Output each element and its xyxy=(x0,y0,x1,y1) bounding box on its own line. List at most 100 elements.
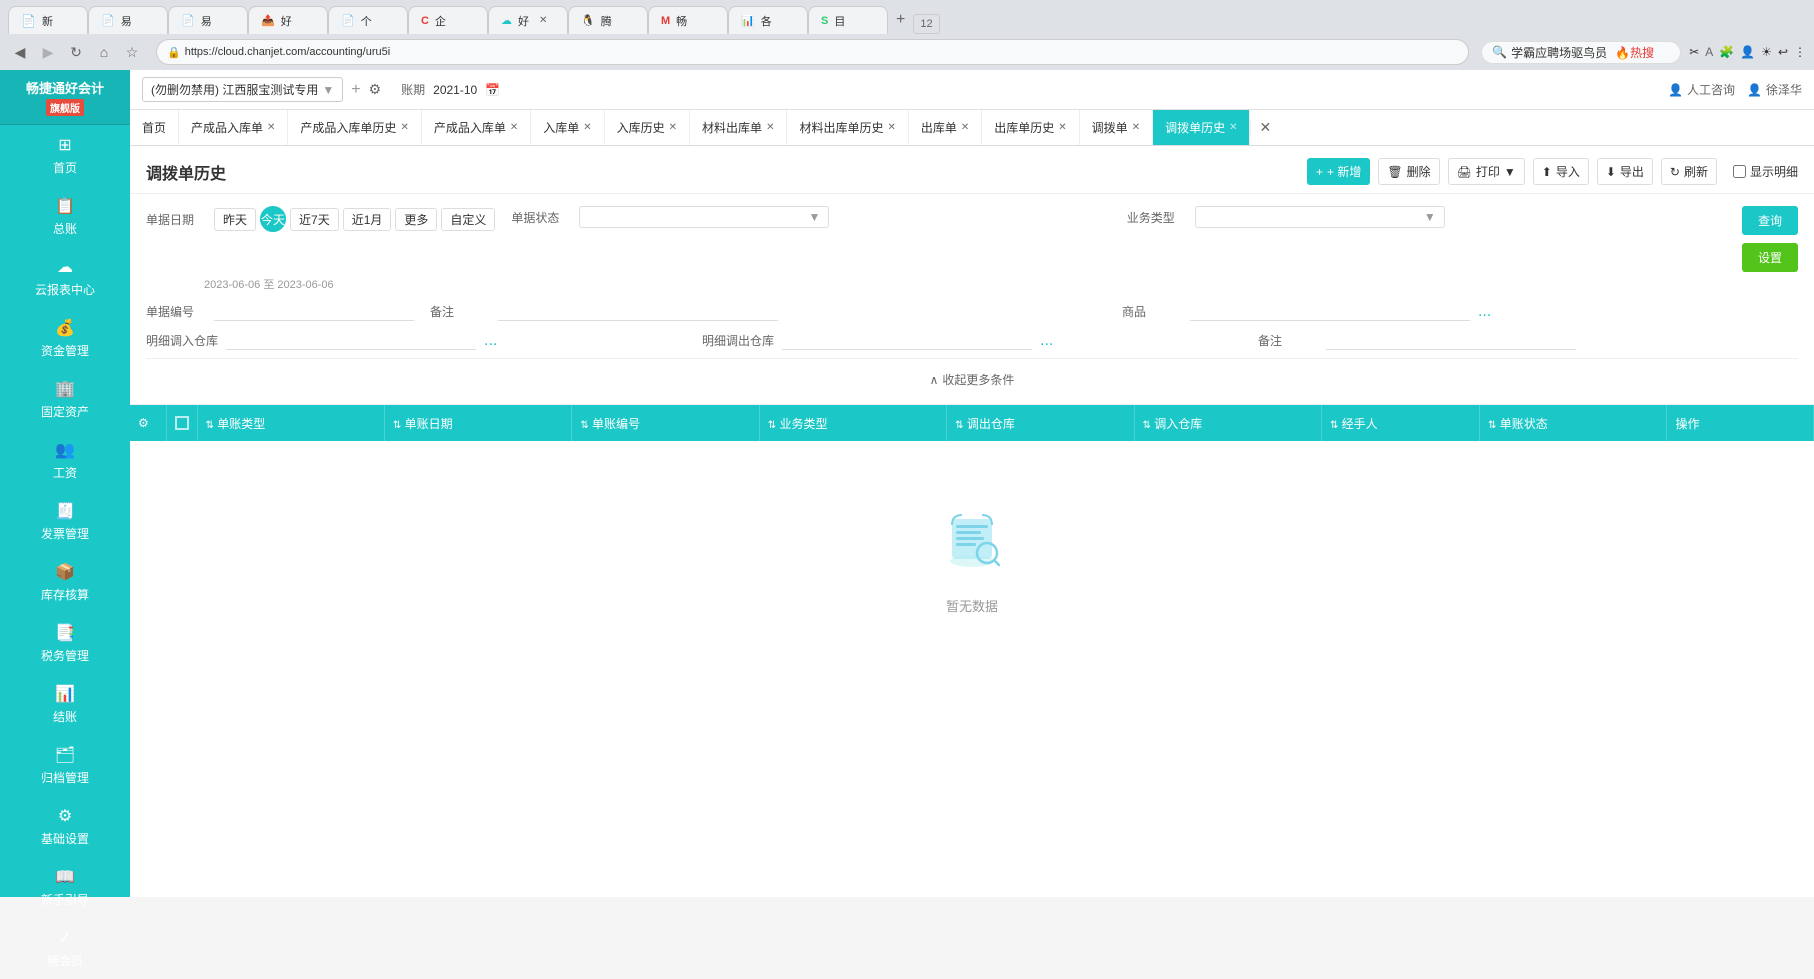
browser-tab-6[interactable]: C 企 xyxy=(408,6,488,34)
tab-product-in2-close[interactable]: ✕ xyxy=(510,122,518,133)
tab-material-out[interactable]: 材料出库单 ✕ xyxy=(690,110,787,146)
tab-close-all[interactable]: ✕ xyxy=(1250,119,1279,136)
browser-tab-11[interactable]: S 目 xyxy=(808,6,888,34)
gear-settings-icon[interactable]: ⚙ xyxy=(369,81,382,98)
goods-dots[interactable]: ... xyxy=(1478,303,1491,321)
tab-home[interactable]: 首页 xyxy=(130,110,179,146)
th-out-warehouse[interactable]: ⇅ 调出仓库 xyxy=(947,405,1134,441)
sidebar-item-assets[interactable]: 🏢 固定资产 xyxy=(0,369,130,430)
new-button[interactable]: + + 新增 xyxy=(1307,158,1370,185)
display-toggle[interactable]: 显示明细 xyxy=(1733,163,1798,180)
tab-out-close[interactable]: ✕ xyxy=(961,122,969,133)
tab-material-out-history-close[interactable]: ✕ xyxy=(887,122,895,133)
th-status[interactable]: ⇅ 单账状态 xyxy=(1480,405,1667,441)
goods-input[interactable] xyxy=(1190,302,1470,321)
detail-in-dots[interactable]: ... xyxy=(484,332,497,350)
browser-tab-2[interactable]: 📄 易 xyxy=(88,6,168,34)
sidebar-item-archive[interactable]: 🗂 归档管理 xyxy=(0,735,130,796)
add-company-btn[interactable]: + xyxy=(351,81,360,99)
sidebar-item-finance[interactable]: 💰 资金管理 xyxy=(0,308,130,369)
refresh-button[interactable]: ↻ 刷新 xyxy=(1661,158,1717,185)
header-checkbox[interactable] xyxy=(175,416,189,430)
browser-tab-10[interactable]: 📊 各 xyxy=(728,6,808,34)
collapse-filters-btn[interactable]: ∧ 收起更多条件 xyxy=(918,367,1027,392)
browser-tab-8[interactable]: 🐧 腾 xyxy=(568,6,648,34)
th-doc-type[interactable]: ⇅ 单账类型 xyxy=(197,405,384,441)
tab-product-in2[interactable]: 产成品入库单 ✕ xyxy=(422,110,531,146)
browser-tab-5[interactable]: 📄 个 xyxy=(328,6,408,34)
sidebar-item-settings[interactable]: ⚙ 基础设置 xyxy=(0,796,130,857)
detail-in-input[interactable] xyxy=(226,331,476,350)
tab-transfer-close[interactable]: ✕ xyxy=(1132,122,1140,133)
th-handler[interactable]: ⇅ 经手人 xyxy=(1321,405,1479,441)
tab-product-in-history-close[interactable]: ✕ xyxy=(400,122,408,133)
sidebar-item-settlement[interactable]: 📊 结账 xyxy=(0,674,130,735)
tab-transfer[interactable]: 调拨单 ✕ xyxy=(1080,110,1153,146)
home-button[interactable]: ⌂ xyxy=(92,40,116,64)
more-btn[interactable]: 更多 xyxy=(395,208,437,231)
tab-material-out-close[interactable]: ✕ xyxy=(766,122,774,133)
tab-stock-in-close[interactable]: ✕ xyxy=(583,122,591,133)
last-month-btn[interactable]: 近1月 xyxy=(343,208,392,231)
forward-button[interactable]: ▶ xyxy=(36,40,60,64)
address-bar[interactable]: 🔒 https://cloud.chanjet.com/accounting/u… xyxy=(156,39,1469,65)
translate-icon[interactable]: A xyxy=(1705,45,1713,59)
th-doc-no[interactable]: ⇅ 单账编号 xyxy=(572,405,759,441)
browser-tab-4[interactable]: 📤 好 xyxy=(248,6,328,34)
sidebar-item-wages[interactable]: 👥 工资 xyxy=(0,430,130,491)
detail-out-input[interactable] xyxy=(782,331,1032,350)
export-button[interactable]: ⬇ 导出 xyxy=(1597,158,1653,185)
th-in-warehouse[interactable]: ⇅ 调入仓库 xyxy=(1134,405,1321,441)
remarks-input[interactable] xyxy=(498,302,778,321)
sidebar-item-reports[interactable]: ☁ 云报表中心 xyxy=(0,247,130,308)
browser-tab-7[interactable]: ☁ 好 ✕ xyxy=(488,6,568,34)
search-bar[interactable]: 🔍 学霸应聘场驱鸟员 🔥热搜 xyxy=(1481,41,1681,64)
custom-btn[interactable]: 自定义 xyxy=(441,208,495,231)
tab-product-in-history[interactable]: 产成品入库单历史 ✕ xyxy=(288,110,421,146)
tab-out-history-close[interactable]: ✕ xyxy=(1058,122,1066,133)
theme-icon[interactable]: ☀ xyxy=(1761,45,1772,59)
tab-transfer-history-close[interactable]: ✕ xyxy=(1229,122,1237,133)
table-gear-icon[interactable]: ⚙ xyxy=(138,416,149,430)
back-button[interactable]: ◀ xyxy=(8,40,32,64)
tab-out[interactable]: 出库单 ✕ xyxy=(909,110,982,146)
last7-btn[interactable]: 近7天 xyxy=(290,208,339,231)
th-doc-date[interactable]: ⇅ 单账日期 xyxy=(384,405,571,441)
tab-close-icon[interactable]: ✕ xyxy=(539,15,547,26)
tab-stock-in-history-close[interactable]: ✕ xyxy=(669,122,677,133)
yesterday-btn[interactable]: 昨天 xyxy=(214,208,256,231)
extensions-icon[interactable]: 🧩 xyxy=(1719,45,1734,59)
sidebar-item-invoice[interactable]: 🧾 发票管理 xyxy=(0,491,130,552)
browser-tab-9[interactable]: M 畅 xyxy=(648,6,728,34)
company-selector[interactable]: (勿删勿禁用) 江西服宝测试专用 ▼ xyxy=(142,77,343,102)
reload-button[interactable]: ↻ xyxy=(64,40,88,64)
tab-out-history[interactable]: 出库单历史 ✕ xyxy=(982,110,1079,146)
doc-number-input[interactable] xyxy=(214,302,414,321)
detail-out-dots[interactable]: ... xyxy=(1040,332,1053,350)
sidebar-item-inventory[interactable]: 📦 库存核算 xyxy=(0,552,130,613)
sidebar-item-home[interactable]: ⊞ 首页 xyxy=(0,125,130,186)
scissors-icon[interactable]: ✂ xyxy=(1689,45,1699,59)
display-checkbox[interactable] xyxy=(1733,165,1746,178)
tab-transfer-history[interactable]: 调拨单历史 ✕ xyxy=(1153,110,1250,146)
detail-remarks-input[interactable] xyxy=(1326,331,1576,350)
settings-button[interactable]: 设置 xyxy=(1742,243,1798,272)
tab-product-in[interactable]: 产成品入库单 ✕ xyxy=(179,110,288,146)
sidebar-item-member[interactable]: ✓ 畅会员 xyxy=(0,918,130,979)
sidebar-item-guide[interactable]: 📖 新手引导 xyxy=(0,857,130,918)
tab-material-out-history[interactable]: 材料出库单历史 ✕ xyxy=(787,110,908,146)
tab-stock-in[interactable]: 入库单 ✕ xyxy=(531,110,604,146)
biz-type-dropdown[interactable]: ▼ xyxy=(1195,206,1445,228)
menu-icon[interactable]: ⋮ xyxy=(1794,45,1806,59)
th-gear[interactable]: ⚙ xyxy=(130,405,166,441)
delete-button[interactable]: 🗑 删除 xyxy=(1378,158,1439,185)
th-check[interactable] xyxy=(166,405,197,441)
tab-stock-in-history[interactable]: 入库历史 ✕ xyxy=(605,110,690,146)
sidebar-item-tax[interactable]: 📑 税务管理 xyxy=(0,613,130,674)
user-profile[interactable]: 👤 徐泽华 xyxy=(1747,81,1802,98)
status-dropdown[interactable]: ▼ xyxy=(579,206,829,228)
print-button[interactable]: 🖨 打印 ▼ xyxy=(1448,158,1525,185)
new-tab-btn[interactable]: + xyxy=(888,6,913,34)
query-button[interactable]: 查询 xyxy=(1742,206,1798,235)
browser-tab-1[interactable]: 📄 新 xyxy=(8,6,88,34)
